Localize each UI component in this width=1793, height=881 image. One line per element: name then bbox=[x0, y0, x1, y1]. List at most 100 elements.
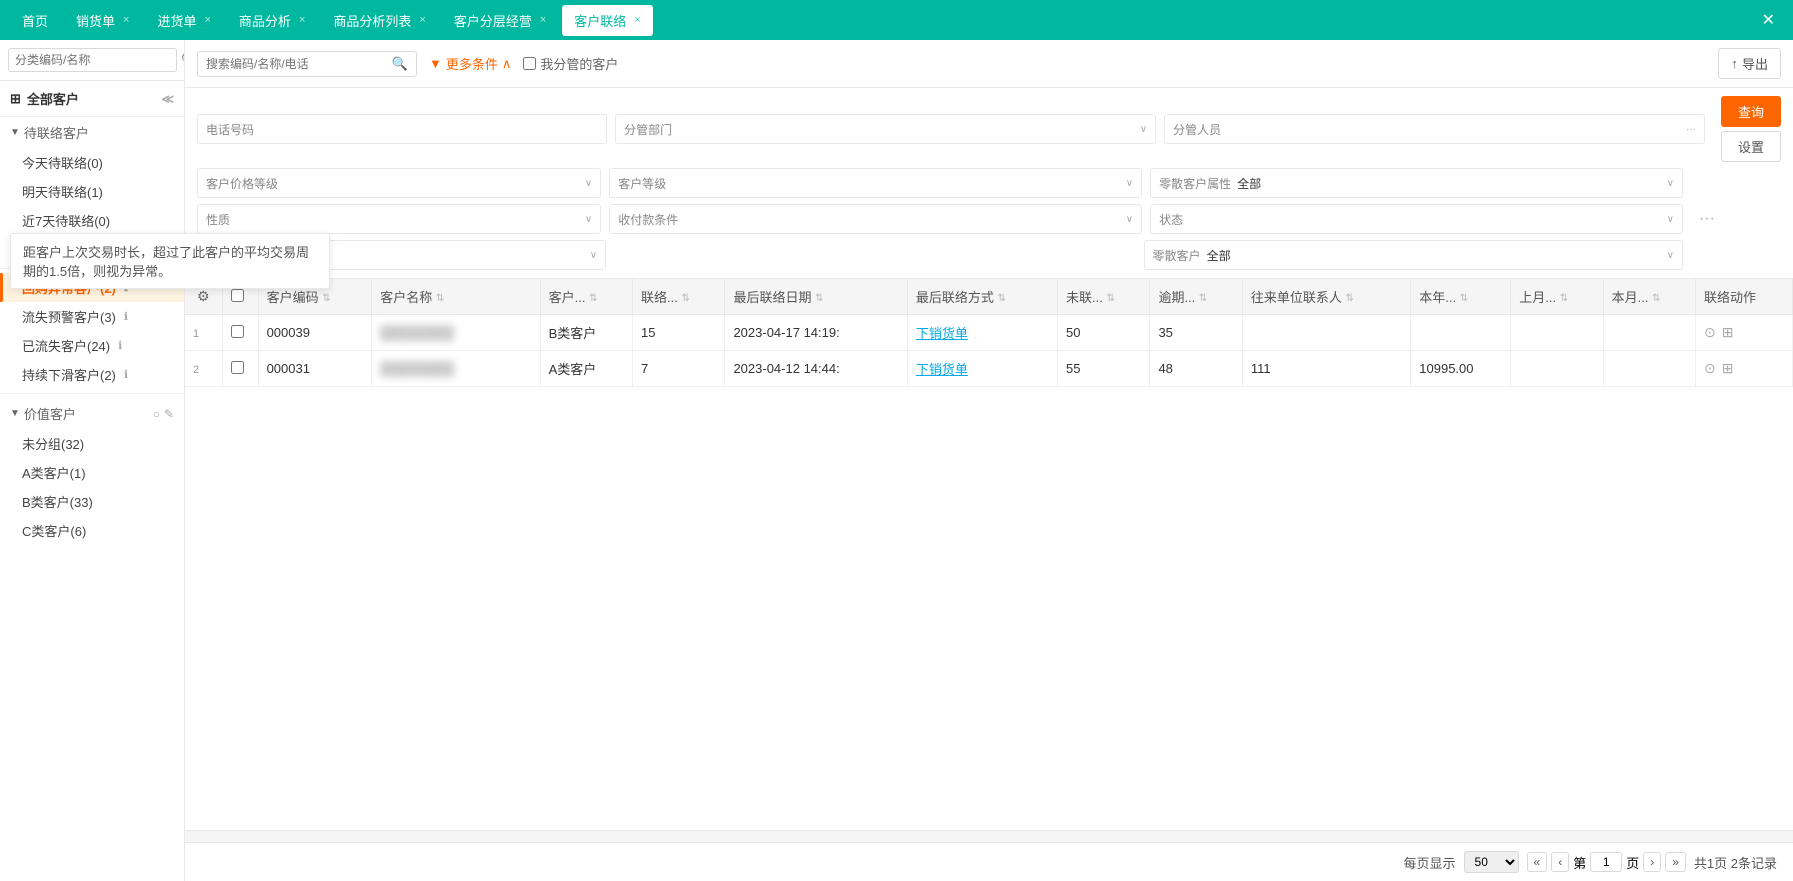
sidebar-item-7days[interactable]: 近7天待联络(0) bbox=[0, 206, 184, 235]
info-icon-2[interactable]: ℹ bbox=[118, 339, 122, 352]
sort-last-method-icon[interactable]: ⇅ bbox=[998, 293, 1006, 304]
export-button[interactable]: ↑ 导出 bbox=[1718, 48, 1781, 79]
circle-icon[interactable]: ○ bbox=[153, 407, 160, 421]
row-2-last-date: 2023-04-12 14:44: bbox=[725, 351, 907, 387]
triangle-icon: ▼ bbox=[10, 127, 20, 138]
sidebar-item-tomorrow[interactable]: 明天待联络(1) bbox=[0, 177, 184, 206]
row-2-grid-icon[interactable]: ⊞ bbox=[1722, 360, 1734, 377]
retail-attr-arrow: ∨ bbox=[1667, 178, 1674, 189]
nav-purchase[interactable]: 进货单 × bbox=[145, 5, 222, 36]
horizontal-scrollbar[interactable] bbox=[185, 830, 1793, 842]
retail-arrow: ∨ bbox=[1667, 250, 1674, 261]
staff-dots: ··· bbox=[1686, 124, 1696, 135]
row-2-month-amt bbox=[1603, 351, 1695, 387]
sort-name-icon[interactable]: ⇅ bbox=[436, 293, 444, 304]
sidebar-item-declining[interactable]: 持续下滑客户(2) ℹ bbox=[0, 360, 184, 389]
search-input[interactable] bbox=[206, 57, 386, 71]
sidebar-item-class-c[interactable]: C类客户(6) bbox=[0, 516, 184, 545]
prev-page-btn[interactable]: ‹ bbox=[1551, 852, 1569, 872]
cust-arrow: ∨ bbox=[1126, 178, 1133, 189]
row-2-link-icon[interactable]: ⊙ bbox=[1704, 360, 1716, 377]
sidebar-search-input[interactable] bbox=[8, 48, 177, 72]
value-customer-group[interactable]: ▼ 价值客户 ○ ✎ bbox=[0, 398, 184, 429]
dept-filter[interactable]: 分管部门 ∨ bbox=[615, 114, 1156, 144]
info-icon-3[interactable]: ℹ bbox=[124, 368, 128, 381]
filter-icon: ▼ bbox=[429, 56, 442, 71]
sort-type-icon[interactable]: ⇅ bbox=[589, 293, 597, 304]
tooltip-overlay: 距客户上次交易时长，超过了此客户的平均交易周期的1.5倍，则视为异常。 bbox=[10, 233, 330, 289]
edit-icon[interactable]: ✎ bbox=[164, 407, 174, 421]
row-2-liaison: 7 bbox=[633, 351, 725, 387]
next-page-btn[interactable]: › bbox=[1643, 852, 1661, 872]
sidebar-item-class-a[interactable]: A类客户(1) bbox=[0, 458, 184, 487]
col-last-method: 最后联络方式 ⇅ bbox=[907, 279, 1057, 315]
sort-year-amt-icon[interactable]: ⇅ bbox=[1460, 293, 1468, 304]
nav-customer-contact[interactable]: 客户联络 × bbox=[562, 5, 652, 36]
sort-last-date-icon[interactable]: ⇅ bbox=[815, 293, 823, 304]
retail-attr-filter[interactable]: 零散客户属性 全部 ∨ bbox=[1150, 168, 1683, 198]
payment-filter[interactable]: 收付款条件 ∨ bbox=[609, 204, 1142, 234]
page-number-input[interactable] bbox=[1590, 852, 1622, 872]
retail-filter[interactable]: 零散客户 全部 ∨ bbox=[1144, 240, 1683, 270]
close-product-analysis-tab[interactable]: × bbox=[299, 14, 305, 26]
row-2-checkbox[interactable] bbox=[231, 361, 244, 374]
table-container[interactable]: ⚙ 客户编码 ⇅ 客户名称 ⇅ bbox=[185, 279, 1793, 830]
close-customer-tier-tab[interactable]: × bbox=[540, 14, 546, 26]
search-btn-icon[interactable]: 🔍 bbox=[392, 56, 408, 72]
settings-button[interactable]: 设置 bbox=[1721, 131, 1781, 162]
staff-label: 分管人员 bbox=[1173, 121, 1221, 138]
row-1-last-month bbox=[1511, 315, 1603, 351]
row-1-checkbox[interactable] bbox=[231, 325, 244, 338]
info-icon-1[interactable]: ℹ bbox=[124, 310, 128, 323]
price-grade-filter[interactable]: 客户价格等级 ∨ bbox=[197, 168, 601, 198]
last-page-btn[interactable]: » bbox=[1665, 852, 1686, 872]
sidebar-item-class-b[interactable]: B类客户(33) bbox=[0, 487, 184, 516]
all-customers-header[interactable]: ⊞ 全部客户 ≪ bbox=[0, 81, 184, 117]
more-conditions-btn[interactable]: ▼ 更多条件 ∧ bbox=[429, 54, 511, 73]
sort-code-icon[interactable]: ⇅ bbox=[322, 293, 330, 304]
staff-filter[interactable]: 分管人员 ··· bbox=[1164, 114, 1705, 144]
row-2-not-contact: 55 bbox=[1058, 351, 1150, 387]
sidebar-search-area: 🔍 bbox=[0, 40, 184, 81]
sidebar-collapse-btn[interactable]: ≪ bbox=[161, 92, 174, 106]
sort-overdue-icon[interactable]: ⇅ bbox=[1199, 293, 1207, 304]
select-all-checkbox[interactable] bbox=[231, 289, 244, 302]
nav-product-list[interactable]: 商品分析列表 × bbox=[321, 5, 437, 36]
cust-grade-filter[interactable]: 客户等级 ∨ bbox=[609, 168, 1142, 198]
page-size-select[interactable]: 50 20 100 200 bbox=[1464, 851, 1519, 873]
my-customers-checkbox[interactable] bbox=[523, 57, 536, 70]
status-filter[interactable]: 状态 ∨ bbox=[1150, 204, 1683, 234]
sort-last-month-icon[interactable]: ⇅ bbox=[1560, 293, 1568, 304]
query-button[interactable]: 查询 bbox=[1721, 96, 1781, 127]
sort-not-contact-icon[interactable]: ⇅ bbox=[1107, 293, 1115, 304]
close-purchase-tab[interactable]: × bbox=[204, 14, 210, 26]
filter-extra-dots[interactable]: ··· bbox=[1699, 210, 1715, 228]
row-2-code: 000031 bbox=[258, 351, 372, 387]
sidebar-item-churn-warning[interactable]: 流失预警客户(3) ℹ bbox=[0, 302, 184, 331]
nav-home[interactable]: 首页 bbox=[10, 5, 60, 36]
sort-liaison-icon[interactable]: ⇅ bbox=[682, 293, 690, 304]
pending-contact-group[interactable]: ▼ 待联络客户 bbox=[0, 117, 184, 148]
row-1-last-method: 下销货单 bbox=[907, 315, 1057, 351]
row-1-grid-icon[interactable]: ⊞ bbox=[1722, 324, 1734, 341]
close-sales-tab[interactable]: × bbox=[123, 14, 129, 26]
sidebar-item-churned[interactable]: 已流失客户(24) ℹ bbox=[0, 331, 184, 360]
close-product-list-tab[interactable]: × bbox=[419, 14, 425, 26]
window-close-button[interactable]: ✕ bbox=[1754, 6, 1783, 34]
col-contacts: 往来单位联系人 ⇅ bbox=[1242, 279, 1410, 315]
gender-filter[interactable]: 性质 ∨ bbox=[197, 204, 601, 234]
phone-filter[interactable]: 电话号码 bbox=[197, 114, 607, 144]
sort-this-month-icon[interactable]: ⇅ bbox=[1652, 293, 1660, 304]
sidebar-item-today[interactable]: 今天待联络(0) bbox=[0, 148, 184, 177]
main-layout: 🔍 ⊞ 全部客户 ≪ ▼ 待联络客户 今天待联络(0) 明天待联络(1) 近7天… bbox=[0, 40, 1793, 881]
sort-contacts-icon[interactable]: ⇅ bbox=[1346, 293, 1354, 304]
table-settings-icon[interactable]: ⚙ bbox=[193, 286, 214, 306]
nav-sales[interactable]: 销货单 × bbox=[64, 5, 141, 36]
row-1-link-icon[interactable]: ⊙ bbox=[1704, 324, 1716, 341]
nav-product-analysis[interactable]: 商品分析 × bbox=[227, 5, 317, 36]
close-customer-contact-tab[interactable]: × bbox=[634, 14, 640, 26]
first-page-btn[interactable]: « bbox=[1527, 852, 1548, 872]
filter-actions: 查询 设置 bbox=[1721, 96, 1781, 162]
sidebar-item-ungrouped[interactable]: 未分组(32) bbox=[0, 429, 184, 458]
nav-customer-tier[interactable]: 客户分层经营 × bbox=[442, 5, 558, 36]
